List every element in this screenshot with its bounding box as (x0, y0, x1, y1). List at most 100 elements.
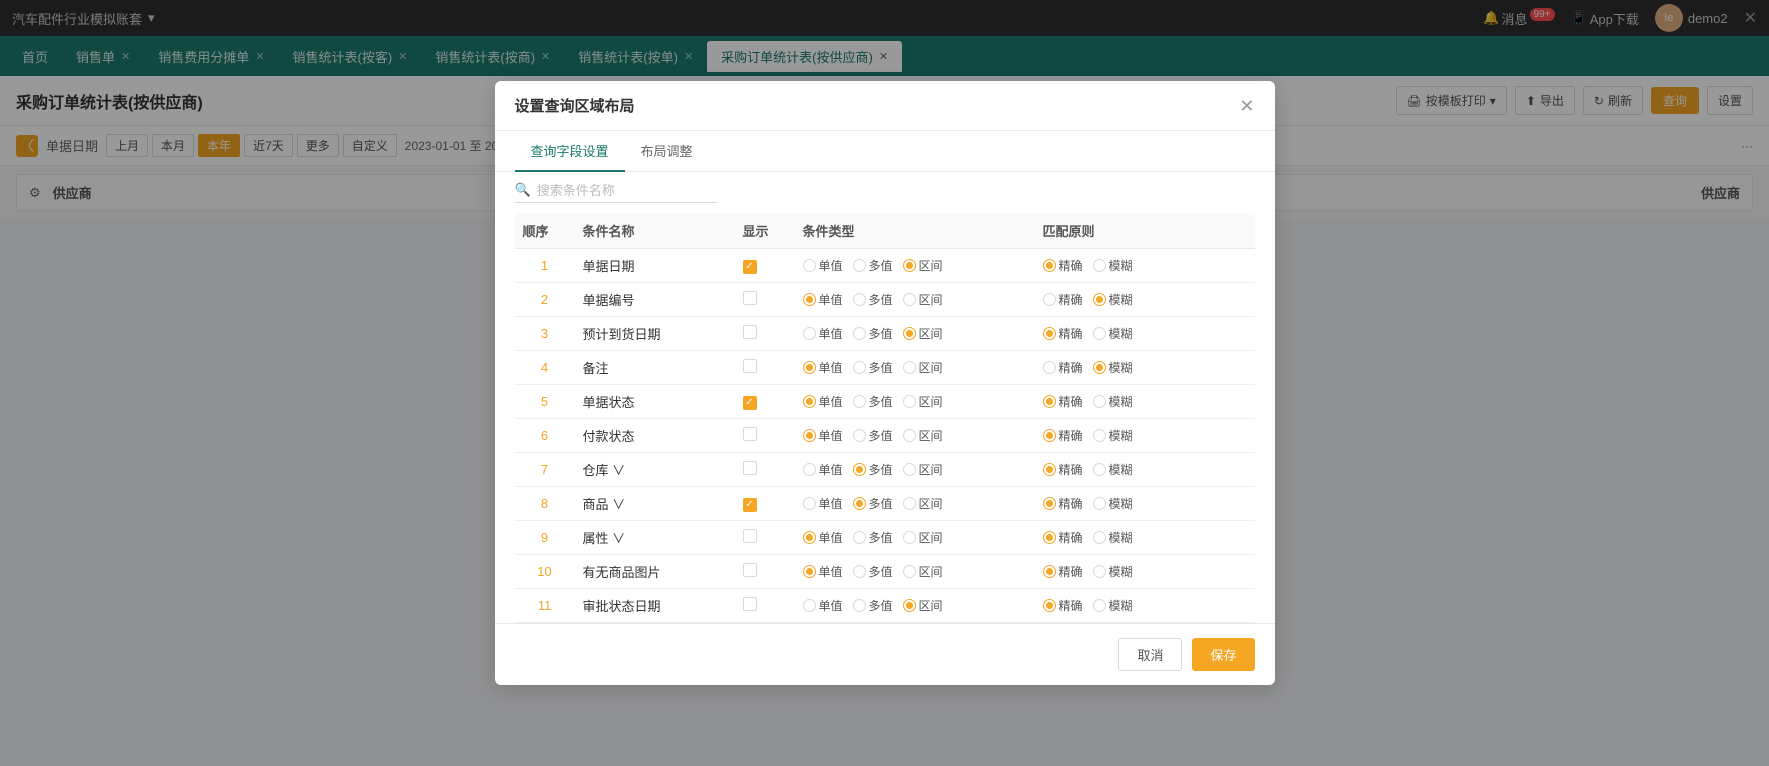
radio-circle-match-4-0[interactable] (1043, 395, 1056, 408)
radio-circle-type-3-0[interactable] (803, 361, 816, 374)
type-radio-10-2[interactable]: 区间 (903, 597, 943, 614)
radio-circle-type-9-2[interactable] (903, 565, 916, 578)
row-check-2[interactable] (735, 325, 795, 342)
radio-circle-match-2-0[interactable] (1043, 327, 1056, 340)
type-radio-10-1[interactable]: 多值 (853, 597, 893, 614)
match-radio-9-0[interactable]: 精确 (1043, 563, 1083, 580)
radio-circle-type-0-1[interactable] (853, 259, 866, 272)
match-radio-0-0[interactable]: 精确 (1043, 257, 1083, 274)
checkbox-1[interactable] (743, 291, 757, 305)
match-radio-3-0[interactable]: 精确 (1043, 359, 1083, 376)
type-radio-6-1[interactable]: 多值 (853, 461, 893, 478)
radio-circle-type-10-0[interactable] (803, 599, 816, 612)
match-radio-4-0[interactable]: 精确 (1043, 393, 1083, 410)
radio-circle-type-5-2[interactable] (903, 429, 916, 442)
row-check-0[interactable] (735, 257, 795, 274)
type-radio-1-2[interactable]: 区间 (903, 291, 943, 308)
radio-circle-type-6-1[interactable] (853, 463, 866, 476)
dialog-tab-layout[interactable]: 布局调整 (625, 131, 709, 172)
radio-circle-match-3-1[interactable] (1093, 361, 1106, 374)
match-radio-3-1[interactable]: 模糊 (1093, 359, 1133, 376)
row-check-7[interactable] (735, 495, 795, 512)
radio-circle-type-7-0[interactable] (803, 497, 816, 510)
row-check-6[interactable] (735, 461, 795, 478)
radio-circle-match-6-0[interactable] (1043, 463, 1056, 476)
radio-circle-type-7-2[interactable] (903, 497, 916, 510)
type-radio-7-0[interactable]: 单值 (803, 495, 843, 512)
radio-circle-type-2-1[interactable] (853, 327, 866, 340)
checkbox-5[interactable] (743, 427, 757, 441)
type-radio-0-1[interactable]: 多值 (853, 257, 893, 274)
type-radio-2-2[interactable]: 区间 (903, 325, 943, 342)
radio-circle-type-7-1[interactable] (853, 497, 866, 510)
match-radio-8-1[interactable]: 模糊 (1093, 529, 1133, 546)
checkbox-4[interactable] (743, 396, 757, 410)
type-radio-5-1[interactable]: 多值 (853, 427, 893, 444)
type-radio-8-0[interactable]: 单值 (803, 529, 843, 546)
type-radio-3-2[interactable]: 区间 (903, 359, 943, 376)
checkbox-2[interactable] (743, 325, 757, 339)
type-radio-7-2[interactable]: 区间 (903, 495, 943, 512)
radio-circle-type-1-1[interactable] (853, 293, 866, 306)
radio-circle-match-8-1[interactable] (1093, 531, 1106, 544)
match-radio-9-1[interactable]: 模糊 (1093, 563, 1133, 580)
radio-circle-match-7-0[interactable] (1043, 497, 1056, 510)
radio-circle-match-7-1[interactable] (1093, 497, 1106, 510)
radio-circle-type-4-0[interactable] (803, 395, 816, 408)
row-check-1[interactable] (735, 291, 795, 308)
checkbox-8[interactable] (743, 529, 757, 543)
type-radio-4-0[interactable]: 单值 (803, 393, 843, 410)
radio-circle-match-1-0[interactable] (1043, 293, 1056, 306)
radio-circle-type-4-1[interactable] (853, 395, 866, 408)
radio-circle-type-0-0[interactable] (803, 259, 816, 272)
radio-circle-match-8-0[interactable] (1043, 531, 1056, 544)
radio-circle-type-0-2[interactable] (903, 259, 916, 272)
match-radio-6-0[interactable]: 精确 (1043, 461, 1083, 478)
radio-circle-type-3-2[interactable] (903, 361, 916, 374)
dialog-tab-query-fields[interactable]: 查询字段设置 (515, 131, 625, 172)
radio-circle-type-1-0[interactable] (803, 293, 816, 306)
match-radio-2-1[interactable]: 模糊 (1093, 325, 1133, 342)
match-radio-7-1[interactable]: 模糊 (1093, 495, 1133, 512)
type-radio-5-0[interactable]: 单值 (803, 427, 843, 444)
radio-circle-type-8-1[interactable] (853, 531, 866, 544)
radio-circle-type-9-0[interactable] (803, 565, 816, 578)
radio-circle-type-2-0[interactable] (803, 327, 816, 340)
radio-circle-match-0-0[interactable] (1043, 259, 1056, 272)
row-check-5[interactable] (735, 427, 795, 444)
match-radio-1-0[interactable]: 精确 (1043, 291, 1083, 308)
checkbox-6[interactable] (743, 461, 757, 475)
match-radio-5-1[interactable]: 模糊 (1093, 427, 1133, 444)
checkbox-10[interactable] (743, 597, 757, 611)
save-button[interactable]: 保存 (1192, 638, 1254, 671)
type-radio-2-0[interactable]: 单值 (803, 325, 843, 342)
radio-circle-match-6-1[interactable] (1093, 463, 1106, 476)
match-radio-8-0[interactable]: 精确 (1043, 529, 1083, 546)
radio-circle-type-9-1[interactable] (853, 565, 866, 578)
type-radio-9-0[interactable]: 单值 (803, 563, 843, 580)
radio-circle-match-4-1[interactable] (1093, 395, 1106, 408)
radio-circle-match-10-1[interactable] (1093, 599, 1106, 612)
checkbox-3[interactable] (743, 359, 757, 373)
type-radio-8-2[interactable]: 区间 (903, 529, 943, 546)
type-radio-3-0[interactable]: 单值 (803, 359, 843, 376)
radio-circle-type-4-2[interactable] (903, 395, 916, 408)
match-radio-10-0[interactable]: 精确 (1043, 597, 1083, 614)
type-radio-4-2[interactable]: 区间 (903, 393, 943, 410)
radio-circle-match-5-1[interactable] (1093, 429, 1106, 442)
type-radio-10-0[interactable]: 单值 (803, 597, 843, 614)
radio-circle-type-1-2[interactable] (903, 293, 916, 306)
row-check-4[interactable] (735, 393, 795, 410)
match-radio-1-1[interactable]: 模糊 (1093, 291, 1133, 308)
radio-circle-match-2-1[interactable] (1093, 327, 1106, 340)
type-radio-4-1[interactable]: 多值 (853, 393, 893, 410)
radio-circle-type-5-0[interactable] (803, 429, 816, 442)
type-radio-8-1[interactable]: 多值 (853, 529, 893, 546)
type-radio-1-0[interactable]: 单值 (803, 291, 843, 308)
type-radio-0-2[interactable]: 区间 (903, 257, 943, 274)
row-check-3[interactable] (735, 359, 795, 376)
search-input[interactable] (537, 183, 717, 198)
type-radio-6-0[interactable]: 单值 (803, 461, 843, 478)
radio-circle-match-3-0[interactable] (1043, 361, 1056, 374)
match-radio-7-0[interactable]: 精确 (1043, 495, 1083, 512)
